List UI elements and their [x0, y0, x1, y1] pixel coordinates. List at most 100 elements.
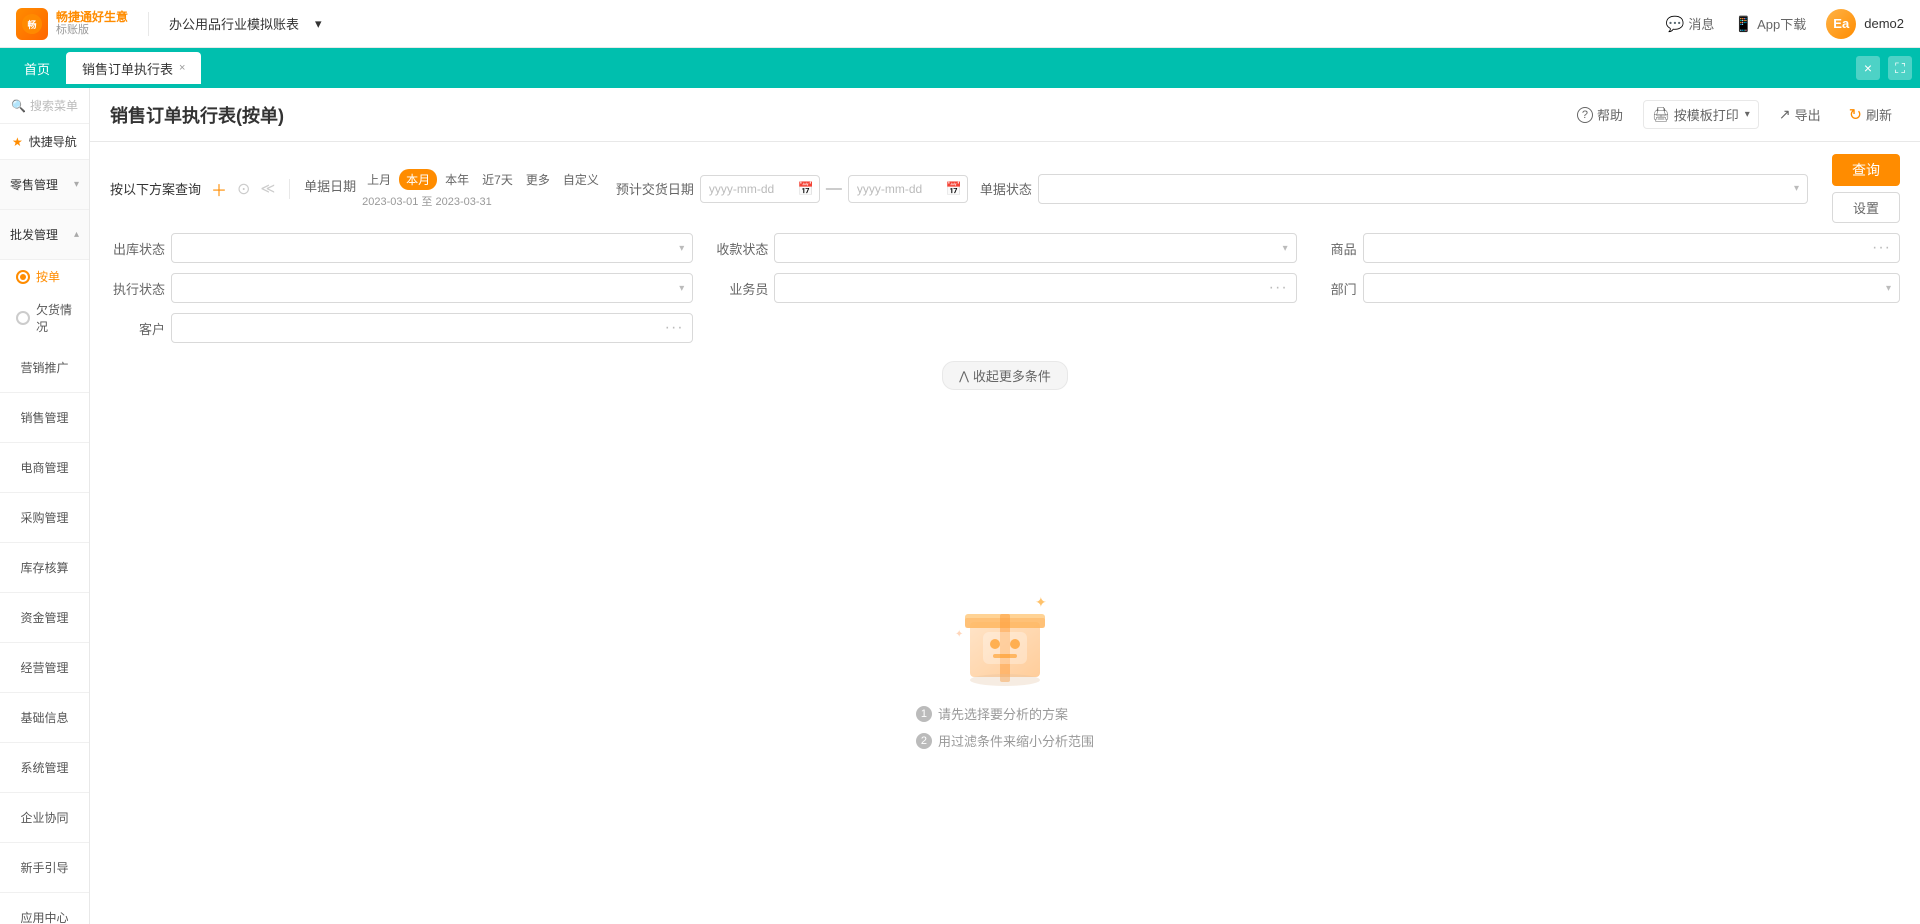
delivery-date-to-input[interactable] — [848, 175, 968, 203]
delivery-date-from-input[interactable] — [700, 175, 820, 203]
tab-expand-btn[interactable]: ⛶ — [1888, 56, 1912, 80]
sidebar-enterprise[interactable]: 企业协同 — [0, 793, 89, 843]
help-label: 帮助 — [1597, 105, 1623, 124]
customer-dots: ··· — [665, 319, 684, 337]
doc-status-select[interactable]: ▾ — [1038, 174, 1808, 204]
sidebar-sub-presale[interactable]: 按单 — [0, 260, 89, 293]
date-range-dash: — — [826, 180, 842, 198]
page-header-actions: ? 帮助 🖨 按模板打印 ▾ ↗ 导出 ↻ 刷新 — [1569, 100, 1900, 129]
tab-close-icon[interactable]: × — [179, 62, 185, 74]
date-tabs-group: 上月 本月 本年 近7天 更多 自定义 2023-03-01 至 2023-03… — [362, 169, 604, 209]
date-tab-7days[interactable]: 近7天 — [477, 169, 518, 190]
salesperson-input[interactable]: ··· — [774, 273, 1296, 303]
receipt-status-select[interactable]: ▾ — [774, 233, 1296, 263]
tip2-text: 用过滤条件来缩小分析范围 — [938, 731, 1094, 750]
app-download-action[interactable]: 📱 App下载 — [1734, 14, 1806, 33]
department-select[interactable]: ▾ — [1363, 273, 1900, 303]
tip2-num: 2 — [916, 733, 932, 749]
tab-home-label: 首页 — [24, 59, 50, 78]
sidebar-appstore[interactable]: 应用中心 — [0, 893, 89, 924]
exec-status-select[interactable]: ▾ — [171, 273, 693, 303]
collapse-scheme-icon[interactable]: ≪ — [260, 180, 275, 197]
sidebar-basic[interactable]: 基础信息 — [0, 693, 89, 743]
department-group: 部门 ▾ — [1317, 273, 1900, 303]
goods-label: 商品 — [1317, 239, 1357, 258]
svg-text:畅: 畅 — [27, 19, 36, 30]
export-icon: ↗ — [1779, 106, 1791, 123]
date-range-text: 2023-03-01 至 2023-03-31 — [362, 193, 604, 209]
sidebar-system[interactable]: 系统管理 — [0, 743, 89, 793]
tab-close-btn[interactable]: × — [1856, 56, 1880, 80]
goods-input[interactable]: ··· — [1363, 233, 1900, 263]
sub-debt-label: 欠货情况 — [36, 301, 73, 335]
export-action[interactable]: ↗ 导出 — [1771, 101, 1829, 128]
user-avatar: Ea — [1826, 9, 1856, 39]
help-action[interactable]: ? 帮助 — [1569, 101, 1631, 128]
basic-label: 基础信息 — [20, 709, 68, 726]
refresh-action[interactable]: ↻ 刷新 — [1841, 101, 1900, 129]
exec-status-group: 执行状态 ▾ — [110, 273, 693, 303]
exec-status-caret: ▾ — [679, 283, 684, 294]
sidebar-wholesale[interactable]: 批发管理 ▴ — [0, 210, 89, 260]
sidebar-marketing[interactable]: 营销推广 — [0, 343, 89, 393]
sidebar-sales[interactable]: 销售管理 — [0, 393, 89, 443]
settings-button[interactable]: 设置 — [1832, 192, 1900, 223]
customer-label: 客户 — [110, 319, 165, 338]
top-header: 畅 畅捷通好生意 标账版 办公用品行业模拟账表 ▾ 💬 消息 📱 App下载 E… — [0, 0, 1920, 48]
main-layout: 🔍 搜索菜单 ★ 快捷导航 零售管理 ▾ 批发管理 ▴ 按单 欠货情况 营销推广… — [0, 88, 1920, 924]
date-field-group: 单据日期 上月 本月 本年 近7天 更多 自定义 2023-03-01 至 20… — [304, 169, 604, 209]
print-label: 按模板打印 — [1674, 105, 1739, 124]
receipt-status-group: 收款状态 ▾ — [713, 233, 1296, 263]
date-tab-custom[interactable]: 自定义 — [558, 169, 604, 190]
empty-tips: 1 请先选择要分析的方案 2 用过滤条件来缩小分析范围 — [916, 704, 1094, 750]
sidebar-retail-label: 零售管理 — [10, 176, 58, 193]
date-tab-more[interactable]: 更多 — [521, 169, 555, 190]
wholesale-arrow-icon: ▴ — [74, 229, 79, 240]
query-button[interactable]: 查询 — [1832, 154, 1900, 186]
sidebar: 🔍 搜索菜单 ★ 快捷导航 零售管理 ▾ 批发管理 ▴ 按单 欠货情况 营销推广… — [0, 88, 90, 924]
user-area[interactable]: Ea demo2 — [1826, 9, 1904, 39]
date-tab-last-month[interactable]: 上月 — [362, 169, 396, 190]
out-status-select[interactable]: ▾ — [171, 233, 693, 263]
out-status-group: 出库状态 ▾ — [110, 233, 693, 263]
date-tab-this-year[interactable]: 本年 — [440, 169, 474, 190]
svg-text:✦: ✦ — [955, 629, 963, 640]
collapse-button[interactable]: ⋀ 收起更多条件 — [942, 361, 1068, 390]
delivery-date-group: 预计交货日期 📅 — 📅 — [616, 175, 968, 203]
tab-sales-order[interactable]: 销售订单执行表 × — [66, 52, 201, 84]
sidebar-quick-nav[interactable]: ★ 快捷导航 — [0, 124, 89, 160]
filter-container: 按以下方案查询 ＋ ⊙ ≪ 单据日期 上月 本月 本年 — [90, 142, 1920, 398]
add-scheme-icon[interactable]: ＋ — [211, 177, 227, 201]
sales-label: 销售管理 — [20, 409, 68, 426]
sidebar-finance[interactable]: 资金管理 — [0, 593, 89, 643]
message-label: 消息 — [1688, 14, 1714, 33]
sidebar-sub-debt[interactable]: 欠货情况 — [0, 293, 89, 343]
operation-label: 经营管理 — [20, 659, 68, 676]
sidebar-inventory[interactable]: 库存核算 — [0, 543, 89, 593]
customer-group: 客户 ··· — [110, 313, 693, 343]
message-action[interactable]: 💬 消息 — [1666, 14, 1715, 33]
refresh-icon: ↻ — [1849, 105, 1862, 125]
edit-scheme-icon[interactable]: ⊙ — [237, 179, 250, 199]
sidebar-search[interactable]: 🔍 搜索菜单 — [0, 88, 89, 124]
filter-section-label: 按以下方案查询 — [110, 179, 201, 198]
customer-input[interactable]: ··· — [171, 313, 693, 343]
sidebar-retail[interactable]: 零售管理 ▾ — [0, 160, 89, 210]
date-tab-this-month[interactable]: 本月 — [399, 169, 437, 190]
department-label: 部门 — [1317, 279, 1357, 298]
sidebar-purchase[interactable]: 采购管理 — [0, 493, 89, 543]
system-label: 系统管理 — [20, 759, 68, 776]
sub-presale-label: 按单 — [36, 268, 60, 285]
delivery-date-from[interactable]: 📅 — [700, 175, 820, 203]
tab-bar-actions: × ⛶ — [1856, 56, 1912, 80]
print-action[interactable]: 🖨 按模板打印 ▾ — [1643, 100, 1759, 129]
tip1-num: 1 — [916, 706, 932, 722]
tab-home[interactable]: 首页 — [8, 52, 66, 84]
sidebar-ecommerce[interactable]: 电商管理 — [0, 443, 89, 493]
delivery-date-to[interactable]: 📅 — [848, 175, 968, 203]
presale-icon — [16, 270, 30, 284]
sidebar-operation[interactable]: 经营管理 — [0, 643, 89, 693]
salesperson-label: 业务员 — [713, 279, 768, 298]
sidebar-newbie[interactable]: 新手引导 — [0, 843, 89, 893]
page-dropdown-arrow[interactable]: ▾ — [315, 16, 322, 32]
